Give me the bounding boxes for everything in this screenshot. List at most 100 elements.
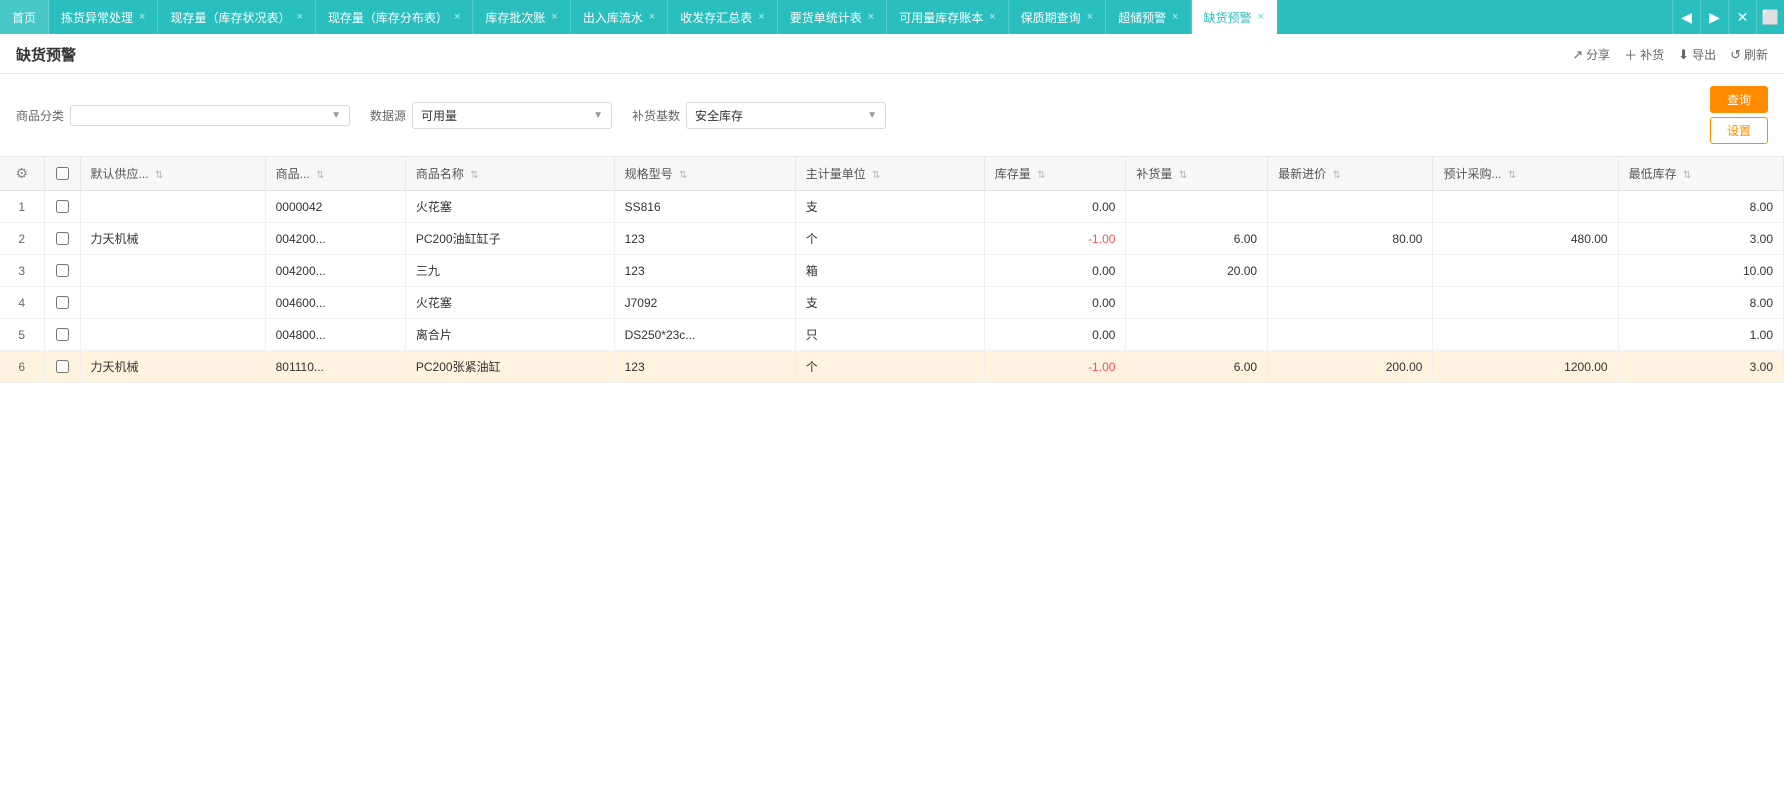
col-header-replenish-qty: 补货量 ⇅	[1126, 157, 1268, 191]
tab-close-overstock[interactable]: ×	[1172, 11, 1178, 23]
select-all-checkbox[interactable]	[56, 167, 69, 180]
row-latest-price	[1268, 287, 1433, 319]
row-checkbox[interactable]	[56, 232, 69, 245]
row-checkbox[interactable]	[56, 264, 69, 277]
col-header-latest-price: 最新进价 ⇅	[1268, 157, 1433, 191]
row-min-stock: 3.00	[1618, 223, 1783, 255]
row-product-code: 801110...	[265, 351, 405, 383]
tab-expiry[interactable]: 保质期查询 ×	[1009, 0, 1106, 34]
tab-shortage[interactable]: 缺货预警 ×	[1192, 0, 1277, 34]
row-checkbox-cell	[44, 287, 80, 319]
tab-close-inout-flow[interactable]: ×	[649, 11, 655, 23]
col-header-product-code: 商品... ⇅	[265, 157, 405, 191]
row-product-code: 004800...	[265, 319, 405, 351]
row-min-stock: 1.00	[1618, 319, 1783, 351]
query-button[interactable]: 查询	[1710, 86, 1768, 113]
row-min-stock: 8.00	[1618, 287, 1783, 319]
tab-close-available-ledger[interactable]: ×	[989, 11, 995, 23]
tab-demand-stat[interactable]: 要货单统计表 ×	[778, 0, 887, 34]
row-replenish-qty	[1126, 319, 1268, 351]
row-latest-price: 80.00	[1268, 223, 1433, 255]
filter-replenish-base-group: 补货基数 安全库存 ▼	[632, 102, 886, 129]
tab-close-all-button[interactable]: ✕	[1728, 0, 1756, 34]
share-button[interactable]: ↗ 分享	[1572, 46, 1610, 63]
tab-batch[interactable]: 库存批次账 ×	[473, 0, 570, 34]
row-spec: 123	[614, 351, 795, 383]
category-chevron-icon: ▼	[331, 110, 341, 121]
row-unit: 只	[795, 319, 984, 351]
col-header-min-stock: 最低库存 ⇅	[1618, 157, 1783, 191]
tab-close-demand-stat[interactable]: ×	[868, 11, 874, 23]
row-min-stock: 3.00	[1618, 351, 1783, 383]
tab-bar: 首页 拣货异常处理 × 现存量（库存状况表） × 现存量（库存分布表） × 库存…	[0, 0, 1784, 34]
tab-maximize-button[interactable]: ⬜	[1756, 0, 1784, 34]
tab-close-expiry[interactable]: ×	[1087, 11, 1093, 23]
sort-icon-unit: ⇅	[872, 170, 880, 181]
refresh-button[interactable]: ↺ 刷新	[1730, 46, 1768, 63]
col-header-spec: 规格型号 ⇅	[614, 157, 795, 191]
row-replenish-qty	[1126, 191, 1268, 223]
tab-close-collect[interactable]: ×	[758, 11, 764, 23]
row-checkbox-cell	[44, 255, 80, 287]
sort-icon-name: ⇅	[470, 170, 478, 181]
tab-abnormal[interactable]: 拣货异常处理 ×	[49, 0, 158, 34]
row-checkbox[interactable]	[56, 360, 69, 373]
col-header-checkbox	[44, 157, 80, 191]
table-header-row: ⚙ 默认供应... ⇅ 商品... ⇅ 商品名称 ⇅	[0, 157, 1784, 191]
row-supplier	[80, 319, 265, 351]
tab-close-stock-status[interactable]: ×	[296, 11, 302, 23]
export-button[interactable]: ⬇ 导出	[1678, 46, 1716, 63]
row-checkbox[interactable]	[56, 200, 69, 213]
tab-close-batch[interactable]: ×	[551, 11, 557, 23]
row-product-code: 004200...	[265, 255, 405, 287]
table-row: 4 004600... 火花塞 J7092 支 0.00 8.00	[0, 287, 1784, 319]
row-index: 4	[0, 287, 44, 319]
row-product-code: 0000042	[265, 191, 405, 223]
row-checkbox-cell	[44, 191, 80, 223]
settings-button[interactable]: 设置	[1710, 117, 1768, 144]
tab-home[interactable]: 首页	[0, 0, 49, 34]
row-supplier: 力天机械	[80, 351, 265, 383]
tab-stock-status[interactable]: 现存量（库存状况表） ×	[158, 0, 315, 34]
row-checkbox-cell	[44, 223, 80, 255]
row-latest-price: 200.00	[1268, 351, 1433, 383]
row-spec: 123	[614, 223, 795, 255]
sort-icon-stock: ⇅	[1037, 170, 1045, 181]
row-supplier: 力天机械	[80, 223, 265, 255]
header-actions: ↗ 分享 ＋ 补货 ⬇ 导出 ↺ 刷新	[1572, 45, 1768, 64]
row-supplier	[80, 255, 265, 287]
tab-overstock[interactable]: 超储预警 ×	[1106, 0, 1191, 34]
tab-available-ledger[interactable]: 可用量库存账本 ×	[887, 0, 1008, 34]
row-est-purchase	[1433, 191, 1618, 223]
tab-stock-dist[interactable]: 现存量（库存分布表） ×	[316, 0, 473, 34]
row-stock: 0.00	[984, 319, 1126, 351]
col-header-est-purchase: 预计采购... ⇅	[1433, 157, 1618, 191]
replenish-base-select[interactable]: 安全库存 ▼	[686, 102, 886, 129]
category-select[interactable]: ▼	[70, 105, 350, 126]
tab-prev-button[interactable]: ◀	[1672, 0, 1700, 34]
datasource-select[interactable]: 可用量 ▼	[412, 102, 612, 129]
main-content: 缺货预警 ↗ 分享 ＋ 补货 ⬇ 导出 ↺ 刷新 商品分类	[0, 34, 1784, 796]
sort-icon-latest-price: ⇅	[1332, 170, 1340, 181]
tab-next-button[interactable]: ▶	[1700, 0, 1728, 34]
row-min-stock: 10.00	[1618, 255, 1783, 287]
datasource-label: 数据源	[370, 107, 406, 124]
col-header-unit: 主计量单位 ⇅	[795, 157, 984, 191]
replenish-base-label: 补货基数	[632, 107, 680, 124]
row-checkbox[interactable]	[56, 328, 69, 341]
replenish-button[interactable]: ＋ 补货	[1624, 45, 1664, 64]
row-latest-price	[1268, 191, 1433, 223]
gear-icon[interactable]: ⚙	[15, 165, 28, 181]
page-header: 缺货预警 ↗ 分享 ＋ 补货 ⬇ 导出 ↺ 刷新	[0, 34, 1784, 74]
tab-inout-flow[interactable]: 出入库流水 ×	[571, 0, 668, 34]
table-row: 3 004200... 三九 123 箱 0.00 20.00 10.00	[0, 255, 1784, 287]
row-checkbox[interactable]	[56, 296, 69, 309]
table-container: ⚙ 默认供应... ⇅ 商品... ⇅ 商品名称 ⇅	[0, 157, 1784, 383]
tab-close-stock-dist[interactable]: ×	[454, 11, 460, 23]
tab-close-abnormal[interactable]: ×	[139, 11, 145, 23]
tab-close-shortage[interactable]: ×	[1258, 11, 1264, 23]
row-product-code: 004200...	[265, 223, 405, 255]
tab-collect[interactable]: 收发存汇总表 ×	[668, 0, 777, 34]
tab-nav-buttons: ◀ ▶ ✕ ⬜	[1672, 0, 1784, 34]
export-icon: ⬇	[1678, 47, 1689, 63]
